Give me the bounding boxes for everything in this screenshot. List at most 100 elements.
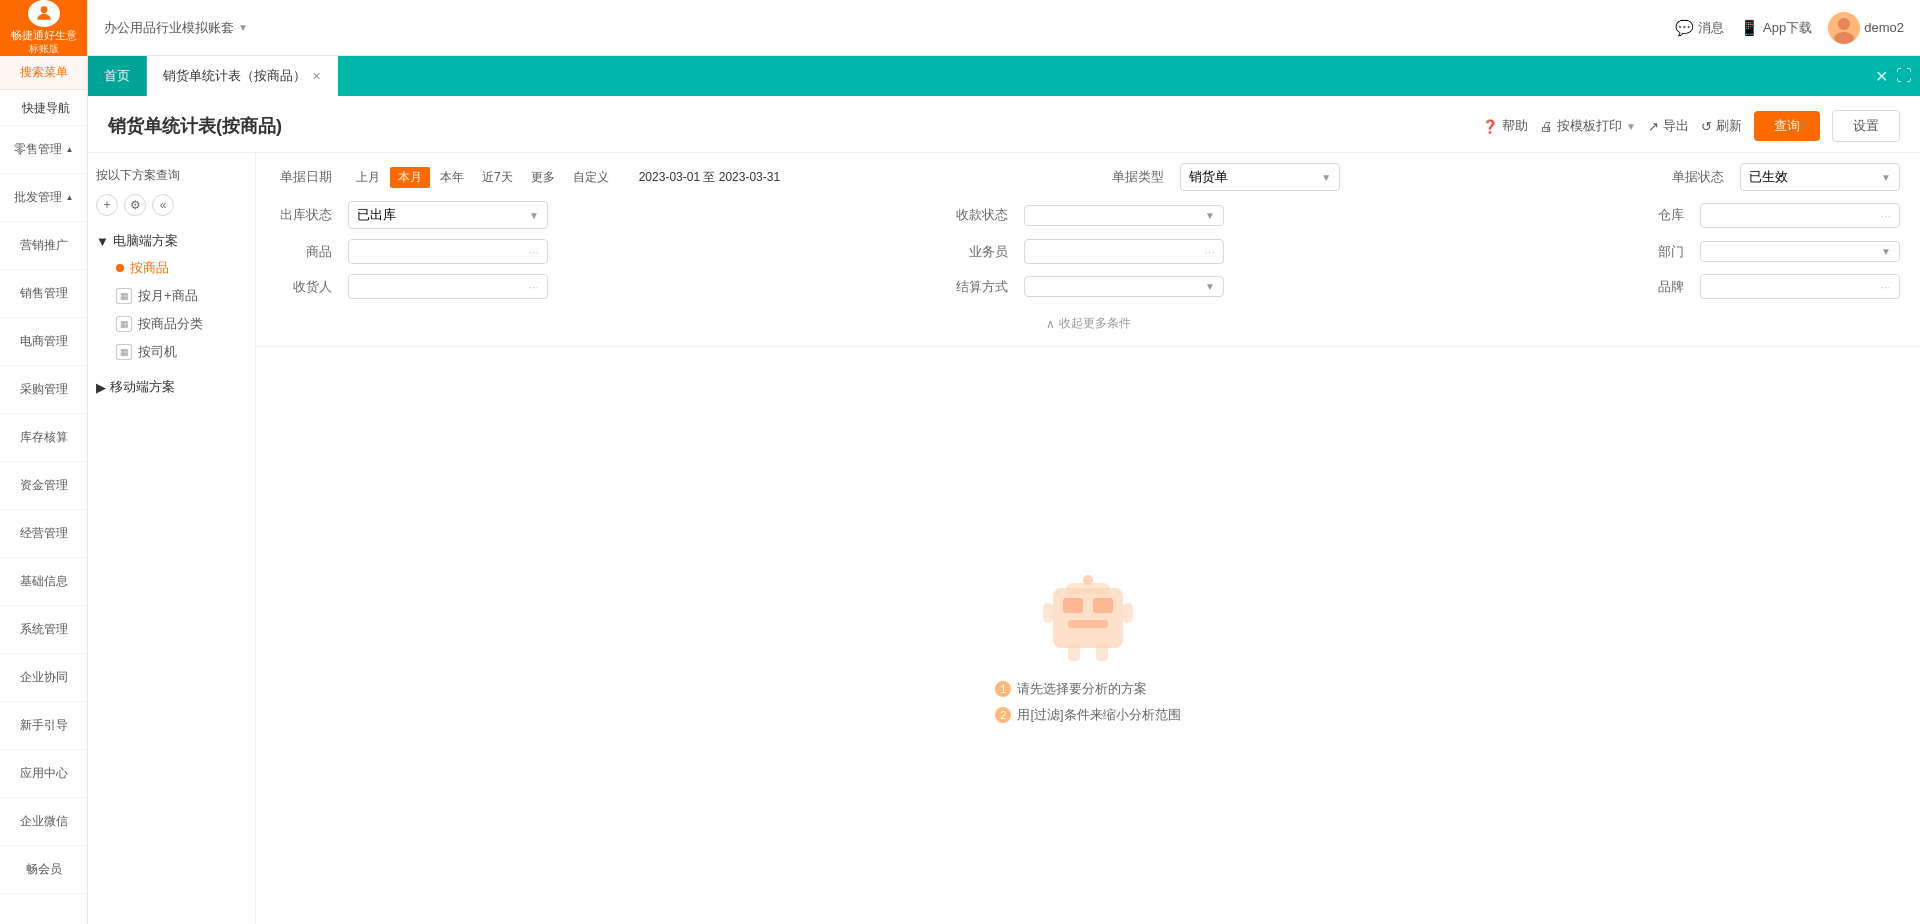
brand-input[interactable]: ··· bbox=[1700, 274, 1900, 299]
query-btn[interactable]: 查询 bbox=[1754, 111, 1820, 141]
empty-tips: 1 请先选择要分析的方案 2 用[过滤]条件来缩小分析范围 bbox=[995, 680, 1180, 724]
help-label: 帮助 bbox=[1502, 117, 1528, 135]
enterprise-label: 企业协同 bbox=[20, 669, 68, 686]
help-icon: ❓ bbox=[1482, 119, 1498, 134]
date-pill-this-month[interactable]: 本月 bbox=[390, 167, 430, 188]
scheme-item-by-month-product[interactable]: ▦ 按月+商品 bbox=[96, 282, 247, 310]
wechat-label: 企业微信 bbox=[20, 813, 68, 830]
scheme-item-by-category[interactable]: ▦ 按商品分类 bbox=[96, 310, 247, 338]
svg-rect-4 bbox=[1063, 598, 1083, 613]
wholesale-label: 批发管理 bbox=[14, 189, 62, 206]
warehouse-label: 仓库 bbox=[1628, 206, 1684, 224]
stock-status-label: 出库状态 bbox=[276, 206, 332, 224]
sidebar-item-enterprise[interactable]: 企业协同 bbox=[0, 654, 87, 702]
sidebar: 畅捷通好生意 标账版 搜索菜单 快捷导航 零售管理 ▲ 批发管理 ▲ 营销推广 … bbox=[0, 0, 88, 924]
settings-btn[interactable]: 设置 bbox=[1832, 110, 1900, 142]
page-header: 销货单统计表(按商品) ❓ 帮助 🖨 按模板打印 ▼ ↗ 导出 bbox=[88, 96, 1920, 153]
salesperson-input[interactable]: ··· bbox=[1024, 239, 1224, 264]
date-pills: 上月 本月 本年 近7天 更多 自定义 bbox=[348, 167, 617, 188]
date-pill-more[interactable]: 更多 bbox=[523, 167, 563, 188]
scheme-item-by-category-label: 按商品分类 bbox=[138, 315, 203, 333]
doc-type-select[interactable]: 销货单 ▼ bbox=[1180, 163, 1340, 191]
search-menu[interactable]: 搜索菜单 bbox=[0, 56, 87, 90]
desktop-section-label: 电脑端方案 bbox=[113, 232, 178, 250]
scheme-add-btn[interactable]: + bbox=[96, 194, 118, 216]
export-btn[interactable]: ↗ 导出 bbox=[1648, 117, 1689, 135]
add-icon: + bbox=[103, 198, 110, 212]
svg-rect-3 bbox=[1053, 588, 1123, 648]
sidebar-item-ecommerce[interactable]: 电商管理 bbox=[0, 318, 87, 366]
scheme-mobile-title[interactable]: ▶ 移动端方案 bbox=[96, 374, 247, 400]
industry-selector[interactable]: 办公用品行业模拟账套 ▼ bbox=[104, 19, 248, 37]
refresh-btn[interactable]: ↺ 刷新 bbox=[1701, 117, 1742, 135]
sidebar-item-member[interactable]: 畅会员 bbox=[0, 846, 87, 894]
receiver-dots-icon: ··· bbox=[528, 279, 539, 294]
system-label: 系统管理 bbox=[20, 621, 68, 638]
filter-row-4: 收货人 ··· 结算方式 ▼ bbox=[276, 274, 1900, 299]
product-input[interactable]: ··· bbox=[348, 239, 548, 264]
sidebar-item-purchase[interactable]: 采购管理 bbox=[0, 366, 87, 414]
tab-close-icon[interactable]: ✕ bbox=[312, 70, 321, 83]
refresh-label: 刷新 bbox=[1716, 117, 1742, 135]
app-logo[interactable]: 畅捷通好生意 标账版 bbox=[0, 0, 87, 56]
sidebar-item-retail[interactable]: 零售管理 ▲ bbox=[0, 126, 87, 174]
sidebar-item-marketing[interactable]: 营销推广 bbox=[0, 222, 87, 270]
tip-1-num: 1 bbox=[995, 681, 1011, 697]
sidebar-item-basic[interactable]: 基础信息 bbox=[0, 558, 87, 606]
grid-icon: ▦ bbox=[116, 288, 132, 304]
message-btn[interactable]: 💬 消息 bbox=[1675, 19, 1724, 37]
date-pill-custom[interactable]: 自定义 bbox=[565, 167, 617, 188]
sidebar-item-operation[interactable]: 经营管理 bbox=[0, 510, 87, 558]
receiver-input[interactable]: ··· bbox=[348, 274, 548, 299]
wholesale-arrow: ▲ bbox=[66, 193, 74, 202]
tab-expand-btn[interactable]: ⛶ bbox=[1896, 67, 1912, 85]
scheme-item-by-product-label: 按商品 bbox=[130, 259, 169, 277]
sidebar-item-sales[interactable]: 销售管理 bbox=[0, 270, 87, 318]
sidebar-item-system[interactable]: 系统管理 bbox=[0, 606, 87, 654]
scheme-mobile-section: ▶ 移动端方案 bbox=[88, 370, 255, 404]
date-pill-last-7days[interactable]: 近7天 bbox=[474, 167, 521, 188]
warehouse-input[interactable]: ··· bbox=[1700, 203, 1900, 228]
main-area: 办公用品行业模拟账套 ▼ 💬 消息 📱 App下载 demo2 首页 bbox=[88, 0, 1920, 924]
payment-status-select[interactable]: ▼ bbox=[1024, 205, 1224, 226]
help-btn[interactable]: ❓ 帮助 bbox=[1482, 117, 1528, 135]
username: demo2 bbox=[1864, 20, 1904, 35]
doc-status-select[interactable]: 已生效 ▼ bbox=[1740, 163, 1900, 191]
scheme-toolbar: + ⚙ « bbox=[88, 190, 255, 224]
refresh-icon: ↺ bbox=[1701, 119, 1712, 134]
payment-method-select[interactable]: ▼ bbox=[1024, 276, 1224, 297]
scheme-item-by-product[interactable]: 按商品 bbox=[96, 254, 247, 282]
dept-label: 部门 bbox=[1628, 243, 1684, 261]
quick-nav[interactable]: 快捷导航 bbox=[0, 90, 87, 126]
tab-home[interactable]: 首页 bbox=[88, 56, 147, 96]
scheme-item-by-driver[interactable]: ▦ 按司机 bbox=[96, 338, 247, 366]
sidebar-item-inventory[interactable]: 库存核算 bbox=[0, 414, 87, 462]
sidebar-item-wechat[interactable]: 企业微信 bbox=[0, 798, 87, 846]
member-label: 畅会员 bbox=[26, 861, 62, 878]
tip-2: 2 用[过滤]条件来缩小分析范围 bbox=[995, 706, 1180, 724]
dept-select[interactable]: ▼ bbox=[1700, 241, 1900, 262]
date-pill-last-month[interactable]: 上月 bbox=[348, 167, 388, 188]
print-btn[interactable]: 🖨 按模板打印 ▼ bbox=[1540, 117, 1636, 135]
tab-sales-stat[interactable]: 销货单统计表（按商品） ✕ bbox=[147, 56, 338, 96]
main-content: 单据日期 上月 本月 本年 近7天 更多 自定义 2023-03-01 至 20… bbox=[256, 153, 1920, 924]
scheme-desktop-title[interactable]: ▼ 电脑端方案 bbox=[96, 228, 247, 254]
sidebar-item-wholesale[interactable]: 批发管理 ▲ bbox=[0, 174, 87, 222]
export-label: 导出 bbox=[1663, 117, 1689, 135]
collapse-bar[interactable]: ∧ 收起更多条件 bbox=[276, 309, 1900, 336]
stock-status-select[interactable]: 已出库 ▼ bbox=[348, 201, 548, 229]
app-download-btn[interactable]: 📱 App下载 bbox=[1740, 19, 1812, 37]
sidebar-item-newbie[interactable]: 新手引导 bbox=[0, 702, 87, 750]
doc-type-label: 单据类型 bbox=[1108, 168, 1164, 186]
user-avatar-btn[interactable]: demo2 bbox=[1828, 12, 1904, 44]
scheme-panel-title: 按以下方案查询 bbox=[88, 161, 255, 190]
sidebar-item-finance[interactable]: 资金管理 bbox=[0, 462, 87, 510]
scheme-settings-btn[interactable]: ⚙ bbox=[124, 194, 146, 216]
date-pill-this-year[interactable]: 本年 bbox=[432, 167, 472, 188]
scheme-collapse-btn[interactable]: « bbox=[152, 194, 174, 216]
tab-close-btn[interactable]: ✕ bbox=[1875, 67, 1888, 86]
tip-2-num: 2 bbox=[995, 707, 1011, 723]
app-label: 标账版 bbox=[29, 42, 59, 56]
sidebar-item-appstore[interactable]: 应用中心 bbox=[0, 750, 87, 798]
stock-status-dropdown-icon: ▼ bbox=[529, 210, 539, 221]
